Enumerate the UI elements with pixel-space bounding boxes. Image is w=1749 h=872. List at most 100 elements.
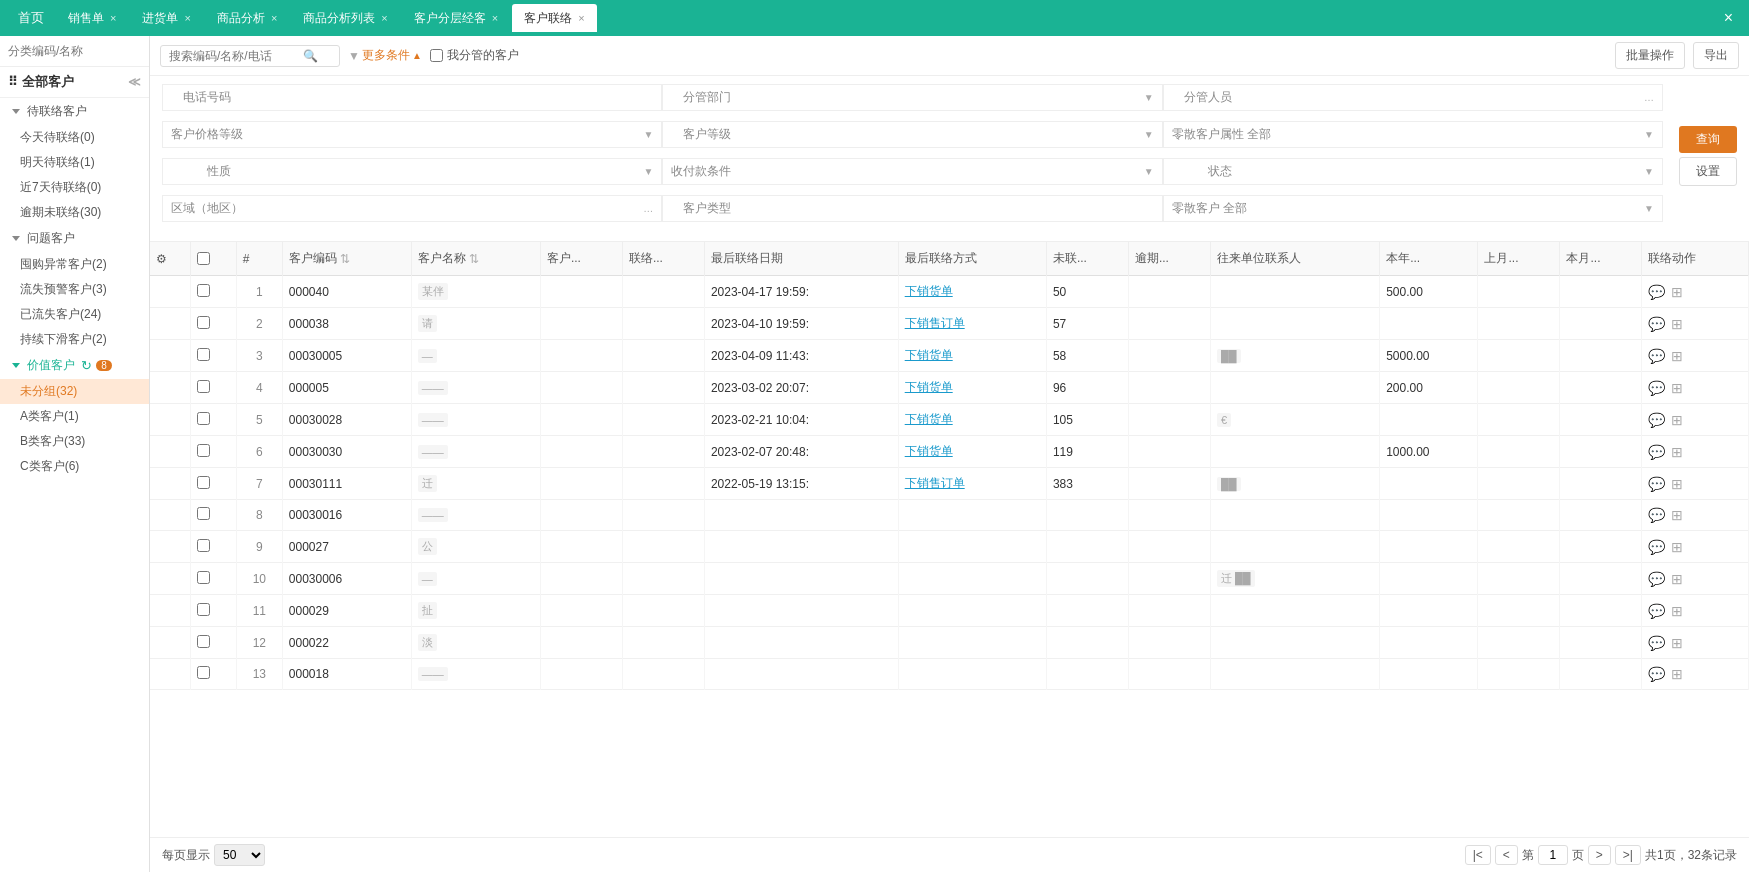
sidebar-item-ungroup[interactable]: 未分组(32) [0, 379, 149, 404]
filter-payment-input[interactable] [737, 165, 1137, 179]
filter-price-level-input[interactable] [249, 128, 637, 142]
person-dropdown-icon[interactable]: … [1644, 92, 1654, 103]
td-last-way[interactable] [898, 627, 1046, 659]
td-last-way[interactable] [898, 500, 1046, 531]
payment-dropdown[interactable]: ▼ [1144, 166, 1154, 177]
sidebar-item-tomorrow[interactable]: 明天待联络(1) [0, 150, 149, 175]
sidebar-item-churned[interactable]: 已流失客户(24) [0, 302, 149, 327]
td-last-way[interactable] [898, 563, 1046, 595]
chat-action-icon[interactable]: 💬 [1648, 635, 1665, 651]
th-last-date[interactable]: 最后联络日期 [704, 242, 898, 276]
grid-action-icon[interactable]: ⊞ [1671, 380, 1683, 396]
th-last-month[interactable]: 上月... [1478, 242, 1560, 276]
sidebar-item-declining[interactable]: 持续下滑客户(2) [0, 327, 149, 352]
chat-action-icon[interactable]: 💬 [1648, 348, 1665, 364]
td-last-way[interactable]: 下销货单 [898, 436, 1046, 468]
th-contact-person[interactable]: 往来单位联系人 [1210, 242, 1379, 276]
sidebar-item-class-c[interactable]: C类客户(6) [0, 454, 149, 479]
row-checkbox[interactable] [197, 444, 210, 457]
filter-person-input[interactable] [1238, 91, 1638, 105]
close-analysis-list-tab[interactable]: × [381, 12, 387, 24]
th-type[interactable]: 客户... [540, 242, 622, 276]
chat-action-icon[interactable]: 💬 [1648, 444, 1665, 460]
status-dropdown[interactable]: ▼ [1644, 166, 1654, 177]
query-btn[interactable]: 查询 [1679, 126, 1737, 153]
td-last-way[interactable]: 下销售订单 [898, 468, 1046, 500]
td-check[interactable] [191, 340, 236, 372]
td-check[interactable] [191, 468, 236, 500]
close-all-btn[interactable]: × [1716, 9, 1741, 27]
last-page-btn[interactable]: >| [1615, 845, 1641, 865]
td-last-way[interactable]: 下销售订单 [898, 308, 1046, 340]
row-checkbox[interactable] [197, 412, 210, 425]
chat-action-icon[interactable]: 💬 [1648, 603, 1665, 619]
price-level-dropdown[interactable]: ▼ [643, 129, 653, 140]
filter-more-btn[interactable]: ▼ 更多条件 ▲ [348, 47, 422, 64]
chat-action-icon[interactable]: 💬 [1648, 507, 1665, 523]
grid-action-icon[interactable]: ⊞ [1671, 539, 1683, 555]
nav-home[interactable]: 首页 [8, 9, 54, 27]
filter-nature-input[interactable] [237, 165, 637, 179]
filter-customer-level-input[interactable] [737, 128, 1137, 142]
chat-action-icon[interactable]: 💬 [1648, 380, 1665, 396]
row-checkbox[interactable] [197, 666, 210, 679]
filter-status-input[interactable] [1238, 165, 1638, 179]
chat-action-icon[interactable]: 💬 [1648, 412, 1665, 428]
th-contact[interactable]: 联络... [622, 242, 704, 276]
grid-action-icon[interactable]: ⊞ [1671, 316, 1683, 332]
sidebar-search-input[interactable] [8, 44, 150, 58]
td-last-way[interactable] [898, 595, 1046, 627]
td-last-way[interactable]: 下销货单 [898, 276, 1046, 308]
pending-contact-group[interactable]: 待联络客户 [0, 98, 149, 125]
grid-action-icon[interactable]: ⊞ [1671, 476, 1683, 492]
filter-search-input[interactable] [169, 49, 299, 63]
close-sales-tab[interactable]: × [110, 12, 116, 24]
chat-action-icon[interactable]: 💬 [1648, 666, 1665, 682]
nav-tab-sales[interactable]: 销售单 × [56, 4, 128, 32]
grid-action-icon[interactable]: ⊞ [1671, 284, 1683, 300]
nav-tab-purchase[interactable]: 进货单 × [130, 4, 202, 32]
sidebar-item-abnormal[interactable]: 囤购异常客户(2) [0, 252, 149, 277]
export-btn[interactable]: 导出 [1693, 42, 1739, 69]
td-last-way[interactable]: 下销货单 [898, 340, 1046, 372]
th-settings[interactable]: ⚙ [150, 242, 191, 276]
refresh-icon[interactable]: ↻ [81, 358, 92, 373]
grid-action-icon[interactable]: ⊞ [1671, 507, 1683, 523]
nav-tab-customer-contact[interactable]: 客户联络 × [512, 4, 596, 32]
sidebar-item-7days[interactable]: 近7天待联络(0) [0, 175, 149, 200]
row-checkbox[interactable] [197, 316, 210, 329]
nav-tab-analysis[interactable]: 商品分析 × [205, 4, 289, 32]
row-checkbox[interactable] [197, 539, 210, 552]
my-customers-checkbox[interactable] [430, 49, 443, 62]
close-purchase-tab[interactable]: × [184, 12, 190, 24]
td-check[interactable] [191, 276, 236, 308]
th-overdue[interactable]: 逾期... [1128, 242, 1210, 276]
select-all-checkbox[interactable] [197, 252, 210, 265]
filter-attr-input[interactable] [1277, 128, 1638, 142]
prev-page-btn[interactable]: < [1495, 845, 1518, 865]
filter-region-input[interactable] [249, 202, 637, 216]
grid-action-icon[interactable]: ⊞ [1671, 348, 1683, 364]
next-page-btn[interactable]: > [1588, 845, 1611, 865]
close-analysis-tab[interactable]: × [271, 12, 277, 24]
chat-action-icon[interactable]: 💬 [1648, 284, 1665, 300]
nav-tab-customer-segment[interactable]: 客户分层经客 × [402, 4, 510, 32]
first-page-btn[interactable]: |< [1465, 845, 1491, 865]
row-checkbox[interactable] [197, 284, 210, 297]
all-customers-header[interactable]: ⠿ 全部客户 ≪ [0, 67, 149, 98]
grid-action-icon[interactable]: ⊞ [1671, 603, 1683, 619]
problem-customer-group[interactable]: 问题客户 [0, 225, 149, 252]
filter-phone-input[interactable] [237, 91, 653, 105]
row-checkbox[interactable] [197, 348, 210, 361]
row-checkbox[interactable] [197, 571, 210, 584]
close-contact-tab[interactable]: × [578, 12, 584, 24]
filter-search-icon[interactable]: 🔍 [303, 49, 318, 63]
nav-tab-analysis-list[interactable]: 商品分析列表 × [291, 4, 399, 32]
grid-action-icon[interactable]: ⊞ [1671, 412, 1683, 428]
grid-action-icon[interactable]: ⊞ [1671, 635, 1683, 651]
td-last-way[interactable]: 下销货单 [898, 404, 1046, 436]
grid-action-icon[interactable]: ⊞ [1671, 571, 1683, 587]
filter-dept-input[interactable] [737, 91, 1137, 105]
sidebar-item-today[interactable]: 今天待联络(0) [0, 125, 149, 150]
td-check[interactable] [191, 404, 236, 436]
